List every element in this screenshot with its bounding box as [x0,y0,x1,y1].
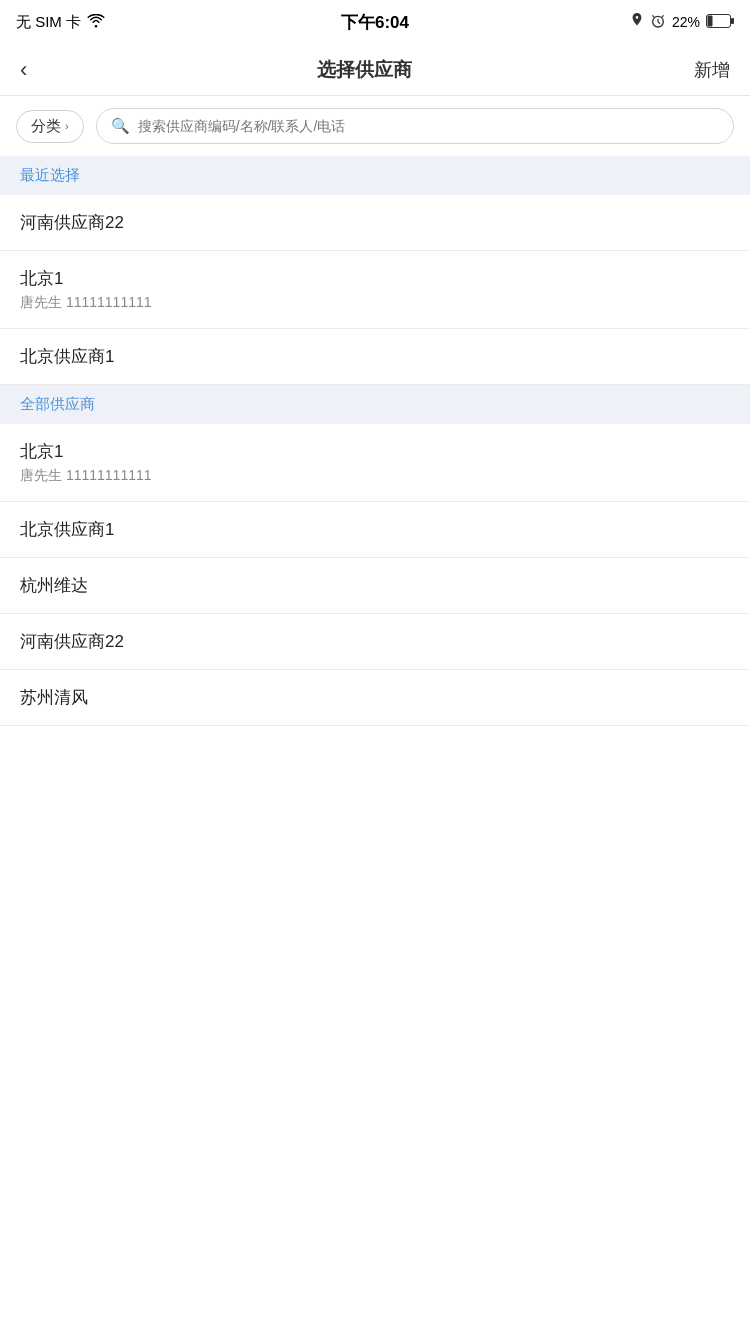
alarm-icon [650,13,666,32]
status-time: 下午6:04 [341,11,409,34]
wifi-icon [87,14,105,31]
search-box[interactable]: 🔍 [96,108,734,144]
status-right: 22% [630,13,734,32]
item-name: 北京供应商1 [20,345,730,368]
item-sub: 唐先生 11111111111 [20,467,730,485]
filter-bar: 分类 › 🔍 [0,96,750,156]
status-bar: 无 SIM 卡 下午6:04 22% [0,0,750,44]
recent-section-header: 最近选择 [0,156,750,195]
svg-rect-3 [731,18,734,24]
item-name: 北京1 [20,440,730,463]
list-item[interactable]: 河南供应商22 [0,614,750,670]
list-item[interactable]: 北京1 唐先生 11111111111 [0,251,750,329]
status-left: 无 SIM 卡 [16,13,105,32]
location-icon [630,13,644,32]
recent-items-list: 河南供应商22 北京1 唐先生 11111111111 北京供应商1 [0,195,750,385]
add-button[interactable]: 新增 [694,58,730,82]
carrier-text: 无 SIM 卡 [16,13,81,32]
item-sub: 唐先生 11111111111 [20,294,730,312]
nav-bar: ‹ 选择供应商 新增 [0,44,750,96]
all-section-label: 全部供应商 [20,395,95,412]
item-name: 河南供应商22 [20,630,730,653]
battery-icon [706,14,734,31]
list-item[interactable]: 北京供应商1 [0,329,750,385]
category-label: 分类 [31,117,61,136]
back-button[interactable]: ‹ [20,53,35,87]
recent-section-label: 最近选择 [20,166,80,183]
chevron-right-icon: › [65,120,69,132]
svg-rect-2 [708,15,713,26]
list-item[interactable]: 河南供应商22 [0,195,750,251]
all-items-list: 北京1 唐先生 11111111111 北京供应商1 杭州维达河南供应商22 苏州清风 [0,424,750,726]
item-name: 北京1 [20,267,730,290]
search-input[interactable] [138,118,719,134]
list-item[interactable]: 北京供应商1 [0,502,750,558]
item-name: 河南供应商22 [20,211,730,234]
item-name: 杭州维达 [20,574,730,597]
search-icon: 🔍 [111,117,130,135]
battery-text: 22% [672,14,700,30]
list-item[interactable]: 苏州清风 [0,670,750,726]
page-title: 选择供应商 [317,57,412,83]
list-item[interactable]: 北京1 唐先生 11111111111 [0,424,750,502]
all-section-header: 全部供应商 [0,385,750,424]
category-button[interactable]: 分类 › [16,110,84,143]
item-name: 北京供应商1 [20,518,730,541]
list-item[interactable]: 杭州维达 [0,558,750,614]
item-name: 苏州清风 [20,686,730,709]
